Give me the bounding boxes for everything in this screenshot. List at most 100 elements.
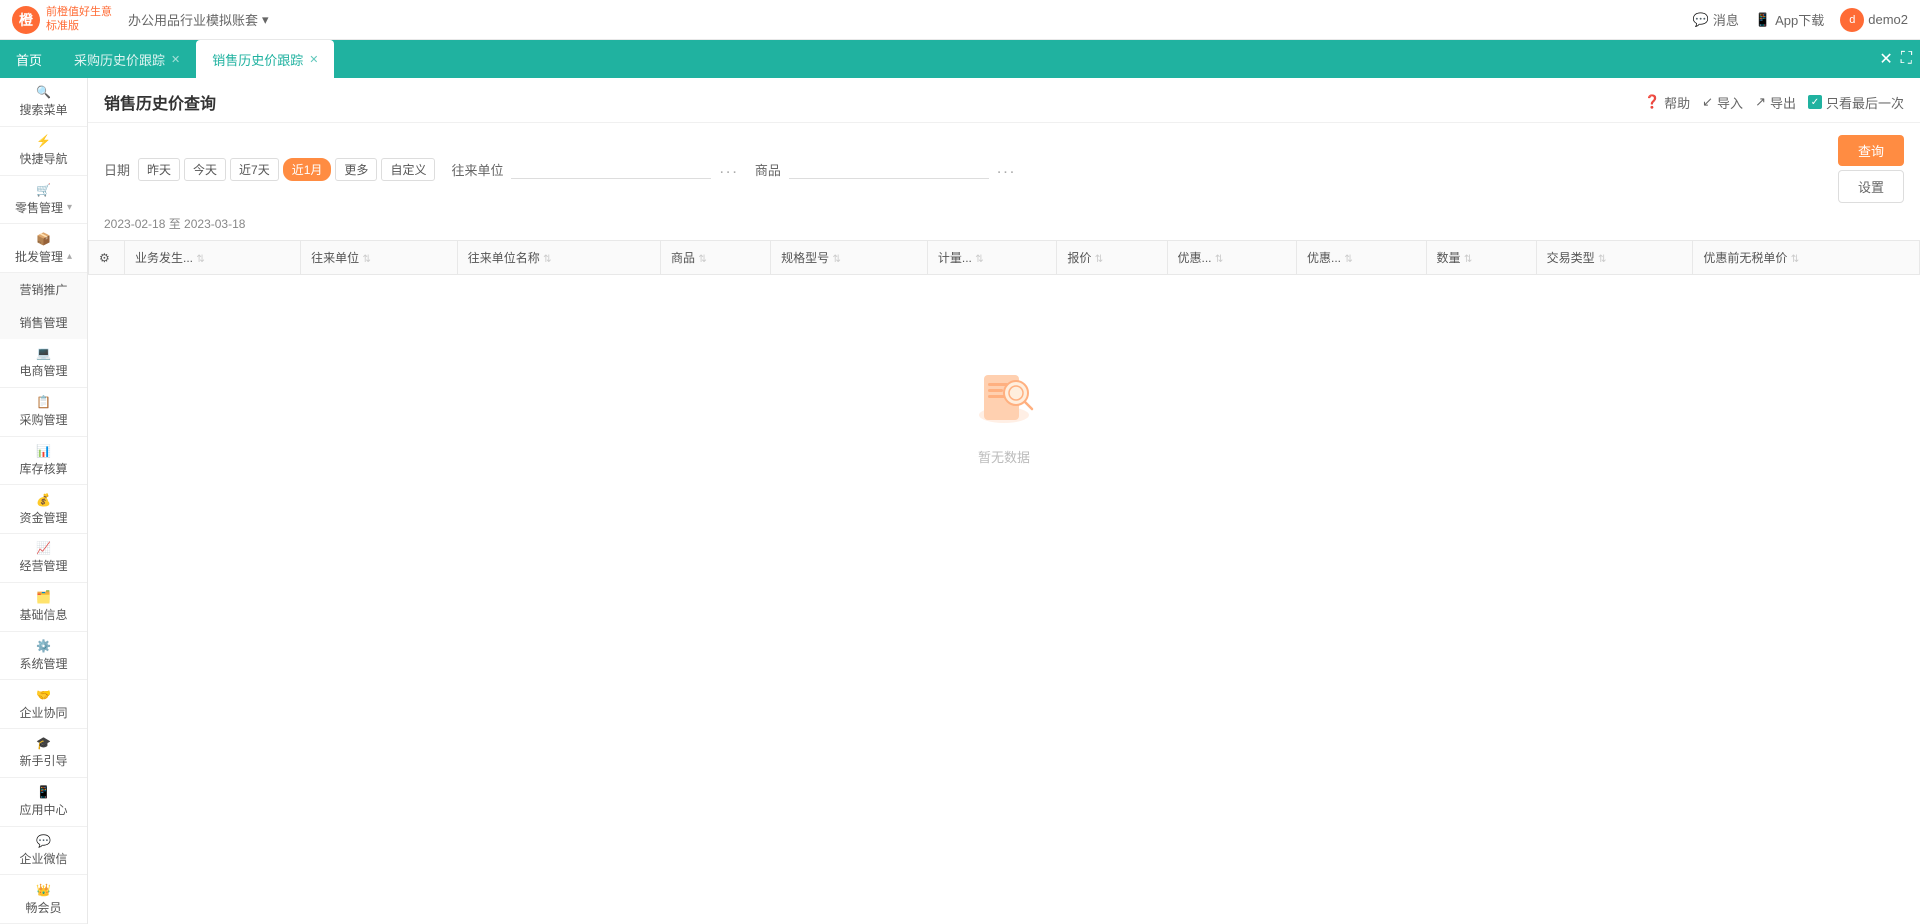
th-spec[interactable]: 规格型号 ⇅ <box>771 241 928 275</box>
sidebar-item-finance[interactable]: 💰 资金管理 <box>0 485 87 534</box>
date-btn-7days[interactable]: 近7天 <box>230 158 279 181</box>
search-icon: 🔍 <box>36 85 51 99</box>
ops-icon: 📈 <box>36 541 51 555</box>
sidebar-item-purchase[interactable]: 📋 采购管理 <box>0 388 87 437</box>
close-all-tabs-button[interactable]: ✕ <box>1879 49 1892 69</box>
product-filter-group: 商品 ... <box>755 159 1016 179</box>
th-product[interactable]: 商品 ⇅ <box>661 241 771 275</box>
th-unit[interactable]: 计量... ⇅ <box>927 241 1057 275</box>
date-btn-today[interactable]: 今天 <box>184 158 226 181</box>
sort-icon: ⇅ <box>196 254 204 265</box>
wholesale-icon: 📦 <box>36 232 51 246</box>
sidebar-item-retail[interactable]: 🛒 零售管理 ▾ <box>0 176 87 225</box>
help-button[interactable]: ❓ 帮助 <box>1644 93 1690 112</box>
content-inner: 销售历史价查询 ❓ 帮助 ↙ 导入 ↗ 导出 ✓ <box>88 78 1920 924</box>
sidebar-item-search[interactable]: 🔍 搜索菜单 <box>0 78 87 127</box>
th-biz-date[interactable]: 业务发生... ⇅ <box>125 241 301 275</box>
sidebar-item-system[interactable]: ⚙️ 系统管理 <box>0 632 87 681</box>
date-btn-custom[interactable]: 自定义 <box>381 158 435 181</box>
th-gear[interactable]: ⚙ <box>89 241 125 275</box>
sort-icon: ⇅ <box>362 254 370 265</box>
user-profile[interactable]: d demo2 <box>1840 8 1908 32</box>
sidebar-item-wholesale[interactable]: 📦 批发管理 ▴ <box>0 224 87 273</box>
sidebar-item-marketing[interactable]: 营销推广 <box>0 273 87 306</box>
sidebar: 🔍 搜索菜单 ⚡ 快捷导航 🛒 零售管理 ▾ 📦 批发管理 ▴ 营销推广 销售管… <box>0 78 88 924</box>
chevron-up-icon: ▴ <box>67 251 72 262</box>
data-table: ⚙ 业务发生... ⇅ 往来单位 ⇅ 往来单位名称 <box>88 240 1920 275</box>
date-buttons: 昨天 今天 近7天 近1月 更多 自定义 <box>138 158 435 181</box>
sidebar-item-app-center[interactable]: 📱 应用中心 <box>0 778 87 827</box>
tab-bar: 首页 采购历史价跟踪 ✕ 销售历史价跟踪 ✕ ✕ ⛶ <box>0 40 1920 78</box>
sidebar-item-sales-mgmt[interactable]: 销售管理 <box>0 306 87 339</box>
corp-icon: 🤝 <box>36 688 51 702</box>
partner-dots: ... <box>719 160 738 178</box>
sidebar-item-ecommerce[interactable]: 💻 电商管理 <box>0 339 87 388</box>
sort-icon: ⇅ <box>1464 254 1472 265</box>
sidebar-item-ops[interactable]: 📈 经营管理 <box>0 534 87 583</box>
tab-bar-actions: ✕ ⛶ <box>1879 49 1920 69</box>
close-tab-purchase[interactable]: ✕ <box>171 53 180 66</box>
table-container: ⚙ 业务发生... ⇅ 往来单位 ⇅ 往来单位名称 <box>88 240 1920 546</box>
th-partner-name[interactable]: 往来单位名称 ⇅ <box>457 241 660 275</box>
message-icon: 💬 <box>1693 12 1709 28</box>
retail-icon: 🛒 <box>36 183 51 197</box>
top-bar-right: 💬 消息 📱 App下载 d demo2 <box>1693 8 1908 32</box>
th-price[interactable]: 报价 ⇅ <box>1057 241 1167 275</box>
date-btn-more[interactable]: 更多 <box>335 158 377 181</box>
tab-sales[interactable]: 销售历史价跟踪 ✕ <box>196 40 334 78</box>
sidebar-item-member[interactable]: 👑 畅会员 <box>0 875 87 924</box>
logo-icon: 橙 <box>12 6 40 34</box>
import-button[interactable]: ↙ 导入 <box>1702 93 1743 112</box>
sidebar-item-corp[interactable]: 🤝 企业协同 <box>0 680 87 729</box>
maximize-button[interactable]: ⛶ <box>1901 50 1912 68</box>
search-button[interactable]: 查询 <box>1838 135 1904 166</box>
export-button[interactable]: ↗ 导出 <box>1755 93 1796 112</box>
page-actions: ❓ 帮助 ↙ 导入 ↗ 导出 ✓ 只看最后一次 <box>1644 93 1904 112</box>
sidebar-item-inventory[interactable]: 📊 库存核算 <box>0 437 87 486</box>
chevron-down-icon: ▾ <box>67 202 72 213</box>
export-icon: ↗ <box>1755 94 1766 110</box>
th-discount1[interactable]: 优惠... ⇅ <box>1167 241 1297 275</box>
newbie-icon: 🎓 <box>36 736 51 750</box>
product-label: 商品 <box>755 160 781 179</box>
chevron-down-icon: ▾ <box>262 12 269 28</box>
page-header: 销售历史价查询 ❓ 帮助 ↙ 导入 ↗ 导出 ✓ <box>88 78 1920 123</box>
close-tab-sales[interactable]: ✕ <box>309 53 318 66</box>
logo-text: 前橙值好生意 标准版 <box>46 6 112 32</box>
help-icon: ❓ <box>1644 94 1660 110</box>
sort-icon: ⇅ <box>833 254 841 265</box>
filter-bar: 日期 昨天 今天 近7天 近1月 更多 自定义 往来单位 ... <box>88 123 1920 215</box>
settings-button[interactable]: 设置 <box>1838 170 1904 203</box>
partner-input[interactable] <box>511 159 711 179</box>
sidebar-item-shortcut[interactable]: ⚡ 快捷导航 <box>0 127 87 176</box>
sort-icon: ⇅ <box>698 254 706 265</box>
message-button[interactable]: 💬 消息 <box>1693 10 1739 29</box>
logo-area: 橙 前橙值好生意 标准版 <box>12 6 112 34</box>
finance-icon: 💰 <box>36 493 51 507</box>
date-btn-1month[interactable]: 近1月 <box>283 158 332 181</box>
top-bar: 橙 前橙值好生意 标准版 办公用品行业模拟账套 ▾ 💬 消息 📱 App下载 d… <box>0 0 1920 40</box>
basic-icon: 🗂️ <box>36 590 51 604</box>
gear-icon[interactable]: ⚙ <box>99 251 110 265</box>
th-pre-tax-price[interactable]: 优惠前无税单价 ⇅ <box>1693 241 1920 275</box>
th-partner-code[interactable]: 往来单位 ⇅ <box>301 241 458 275</box>
sidebar-item-newbie[interactable]: 🎓 新手引导 <box>0 729 87 778</box>
date-btn-yesterday[interactable]: 昨天 <box>138 158 180 181</box>
download-icon: 📱 <box>1755 12 1771 28</box>
only-last-checkbox[interactable]: ✓ 只看最后一次 <box>1808 93 1904 112</box>
avatar: d <box>1840 8 1864 32</box>
th-quantity[interactable]: 数量 ⇅ <box>1426 241 1536 275</box>
checkbox-icon: ✓ <box>1808 95 1822 109</box>
main-layout: 🔍 搜索菜单 ⚡ 快捷导航 🛒 零售管理 ▾ 📦 批发管理 ▴ 营销推广 销售管… <box>0 78 1920 924</box>
sidebar-item-basic[interactable]: 🗂️ 基础信息 <box>0 583 87 632</box>
th-discount2[interactable]: 优惠... ⇅ <box>1297 241 1427 275</box>
tab-home[interactable]: 首页 <box>0 40 58 78</box>
date-range-display: 2023-02-18 至 2023-03-18 <box>88 215 1920 240</box>
tab-purchase[interactable]: 采购历史价跟踪 ✕ <box>58 40 196 78</box>
template-selector[interactable]: 办公用品行业模拟账套 ▾ <box>120 6 277 33</box>
th-trade-type[interactable]: 交易类型 ⇅ <box>1536 241 1693 275</box>
sidebar-item-wechat[interactable]: 💬 企业微信 <box>0 827 87 876</box>
app-download-button[interactable]: 📱 App下载 <box>1755 10 1824 29</box>
sort-icon: ⇅ <box>543 254 551 265</box>
product-input[interactable] <box>789 159 989 179</box>
